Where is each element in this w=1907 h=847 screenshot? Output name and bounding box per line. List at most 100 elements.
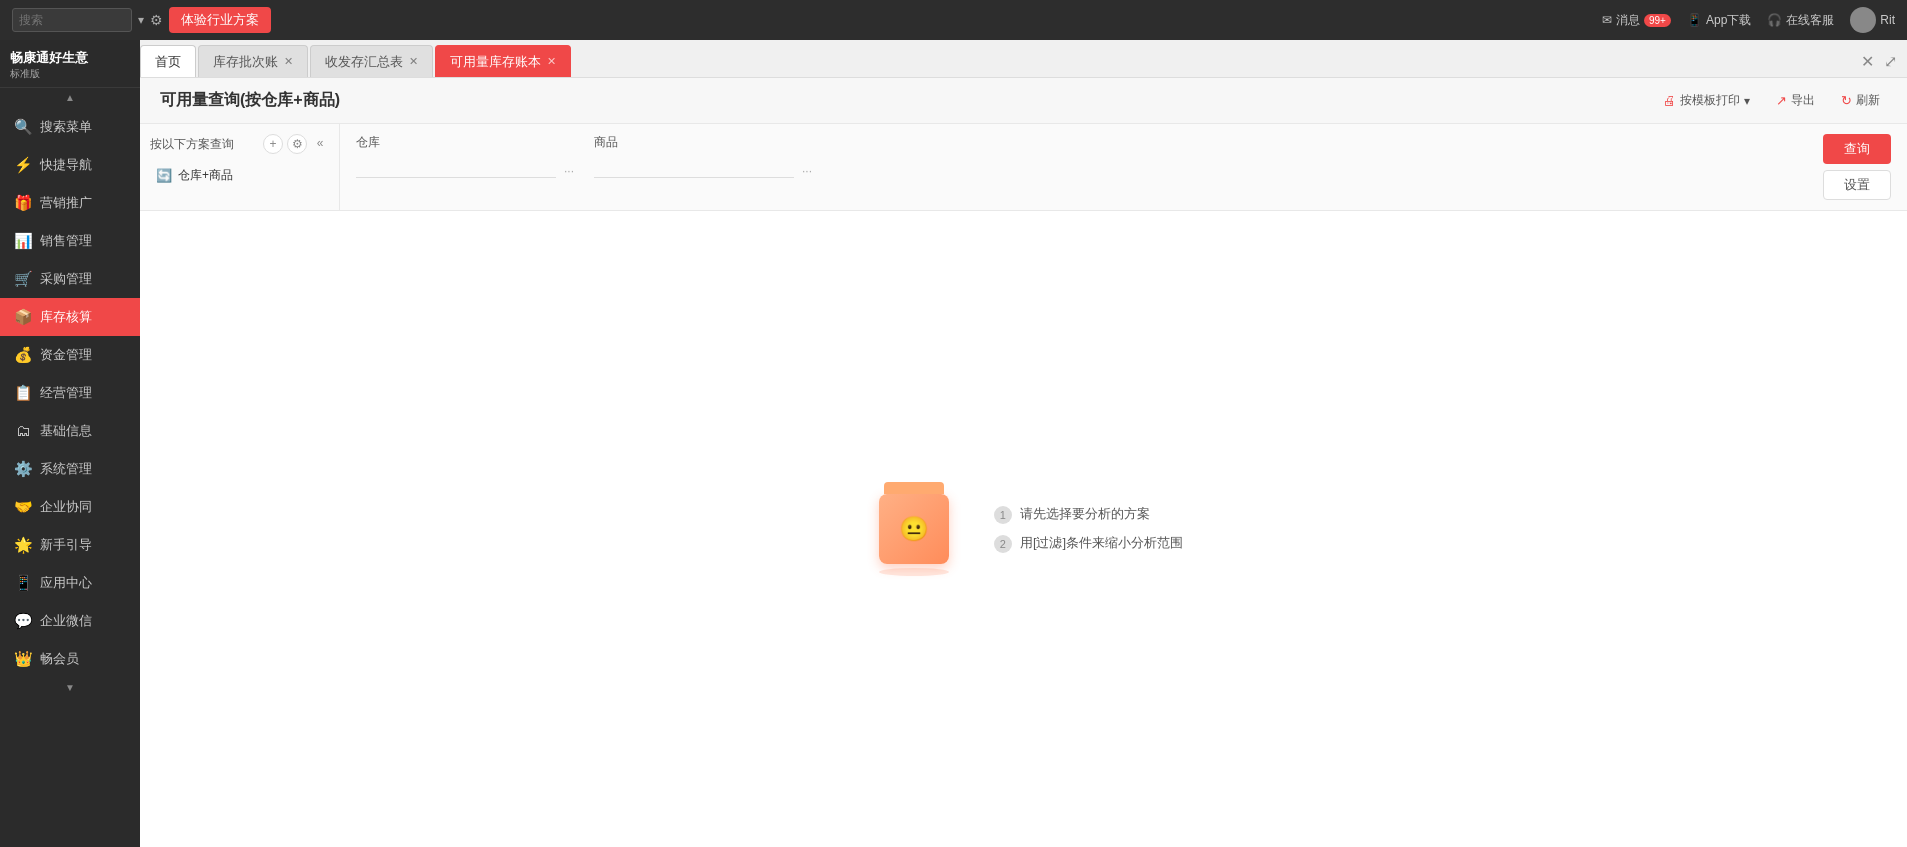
message-btn[interactable]: ✉ 消息 99+ [1602,12,1671,29]
chevron-down-icon[interactable]: ▾ [138,13,144,27]
empty-box: 😐 [879,494,949,564]
clipboard-icon: 📋 [14,384,32,402]
sidebar-item-sales[interactable]: 📊 销售管理 [0,222,140,260]
tab-home[interactable]: 首页 [140,45,196,77]
sidebar-item-marketing[interactable]: 🎁 营销推广 [0,184,140,222]
tab-batch-ledger-label: 库存批次账 [213,53,278,71]
settings-icon: ⚙️ [14,460,32,478]
sidebar-item-inventory[interactable]: 📦 库存核算 [0,298,140,336]
tip-text-1: 请先选择要分析的方案 [1020,505,1150,523]
sidebar-item-label: 采购管理 [40,270,92,288]
warehouse-label: 仓库 [356,134,574,151]
empty-tip-2: 2 用[过滤]条件来缩小分析范围 [994,534,1183,553]
folder-icon: 🗂 [14,422,32,439]
gear-icon[interactable]: ⚙ [150,12,163,28]
page-title: 可用量查询(按仓库+商品) [160,90,340,111]
warehouse-dots[interactable]: ··· [564,164,574,178]
sidebar-item-wechat[interactable]: 💬 企业微信 [0,602,140,640]
filter-panel: 按以下方案查询 + ⚙ « 🔄 仓库+商品 仓 [140,124,1907,211]
lightning-icon: ⚡ [14,156,32,174]
tab-bar-actions: ✕ ⤢ [1859,50,1907,77]
sidebar-item-label: 经营管理 [40,384,92,402]
print-btn[interactable]: 🖨 按模板打印 ▾ [1656,88,1757,113]
page-header: 可用量查询(按仓库+商品) 🖨 按模板打印 ▾ ↗ 导出 ↻ 刷新 [140,78,1907,124]
sidebar-item-basic-info[interactable]: 🗂 基础信息 [0,412,140,450]
chat-icon: 💬 [14,612,32,630]
cart-icon: 🛒 [14,270,32,288]
empty-illustration: 😐 [864,479,964,579]
sidebar-item-app-center[interactable]: 📱 应用中心 [0,564,140,602]
sidebar-item-label: 系统管理 [40,460,92,478]
print-label: 按模板打印 [1680,92,1740,109]
sidebar-item-label: 搜索菜单 [40,118,92,136]
goods-label: 商品 [594,134,812,151]
sidebar-item-label: 企业协同 [40,498,92,516]
sidebar-scroll-down[interactable]: ▼ [0,678,140,698]
tip-num-1: 1 [994,506,1012,524]
user-info[interactable]: Rit [1850,7,1895,33]
edit-scheme-btn[interactable]: ⚙ [287,134,307,154]
page-header-actions: 🖨 按模板打印 ▾ ↗ 导出 ↻ 刷新 [1656,88,1887,113]
sidebar-item-purchase[interactable]: 🛒 采购管理 [0,260,140,298]
filter-schemes-title: 按以下方案查询 [150,136,234,153]
sidebar-item-search[interactable]: 🔍 搜索菜单 [0,108,140,146]
box-icon: 📦 [14,308,32,326]
headset-icon: 🎧 [1767,13,1782,27]
app-download-btn[interactable]: 📱 App下载 [1687,12,1751,29]
refresh-btn[interactable]: ↻ 刷新 [1834,88,1887,113]
tab-available-qty-close[interactable]: ✕ [547,55,556,68]
export-btn[interactable]: ↗ 导出 [1769,88,1822,113]
sidebar-item-label: 快捷导航 [40,156,92,174]
crown-icon: 👑 [14,650,32,668]
page-content: 可用量查询(按仓库+商品) 🖨 按模板打印 ▾ ↗ 导出 ↻ 刷新 [140,78,1907,847]
filter-schemes-header: 按以下方案查询 + ⚙ « [150,134,329,154]
sidebar-item-vip[interactable]: 👑 畅会员 [0,640,140,678]
filter-actions: 查询 设置 [1823,124,1907,210]
tab-bar: 首页 库存批次账 ✕ 收发存汇总表 ✕ 可用量库存账本 ✕ ✕ ⤢ [140,40,1907,78]
logo-title: 畅康通好生意 [10,50,130,67]
sidebar-item-finance[interactable]: 💰 资金管理 [0,336,140,374]
gift-icon: 🎁 [14,194,32,212]
sidebar-item-operation[interactable]: 📋 经营管理 [0,374,140,412]
sidebar-item-enterprise[interactable]: 🤝 企业协同 [0,488,140,526]
sidebar-item-system[interactable]: ⚙️ 系统管理 [0,450,140,488]
sidebar-item-guide[interactable]: 🌟 新手引导 [0,526,140,564]
sidebar-scroll-up[interactable]: ▲ [0,88,140,108]
search-icon: 🔍 [14,118,32,136]
tab-close-btn[interactable]: ✕ [1859,50,1876,73]
message-badge: 99+ [1644,14,1671,27]
tab-expand-btn[interactable]: ⤢ [1882,50,1899,73]
query-button[interactable]: 查询 [1823,134,1891,164]
trial-btn[interactable]: 体验行业方案 [169,7,271,33]
collapse-btn[interactable]: « [311,134,329,152]
search-input[interactable] [12,8,132,32]
message-label: 消息 [1616,12,1640,29]
warehouse-field: 仓库 ··· [356,134,574,178]
money-icon: 💰 [14,346,32,364]
tab-batch-ledger[interactable]: 库存批次账 ✕ [198,45,308,77]
goods-dots[interactable]: ··· [802,164,812,178]
sidebar: 畅康通好生意 标准版 ▲ 🔍 搜索菜单 ⚡ 快捷导航 🎁 营销推广 📊 销售管理… [0,40,140,847]
user-name: Rit [1880,13,1895,27]
scheme-warehouse-goods[interactable]: 🔄 仓库+商品 [150,162,329,189]
avatar [1850,7,1876,33]
settings-button[interactable]: 设置 [1823,170,1891,200]
tip-num-2: 2 [994,535,1012,553]
sidebar-item-label: 畅会员 [40,650,79,668]
tab-stock-summary[interactable]: 收发存汇总表 ✕ [310,45,433,77]
sidebar-item-quick-nav[interactable]: ⚡ 快捷导航 [0,146,140,184]
tab-batch-ledger-close[interactable]: ✕ [284,55,293,68]
goods-input[interactable] [594,155,794,178]
tab-stock-summary-close[interactable]: ✕ [409,55,418,68]
empty-tips: 1 请先选择要分析的方案 2 用[过滤]条件来缩小分析范围 [994,505,1183,553]
sync-icon: 🔄 [156,168,172,183]
warehouse-input[interactable] [356,155,556,178]
chart-icon: 📊 [14,232,32,250]
add-scheme-btn[interactable]: + [263,134,283,154]
tab-stock-summary-label: 收发存汇总表 [325,53,403,71]
sidebar-item-label: 资金管理 [40,346,92,364]
handshake-icon: 🤝 [14,498,32,516]
star-icon: 🌟 [14,536,32,554]
tab-available-qty[interactable]: 可用量库存账本 ✕ [435,45,571,77]
online-service-btn[interactable]: 🎧 在线客服 [1767,12,1834,29]
